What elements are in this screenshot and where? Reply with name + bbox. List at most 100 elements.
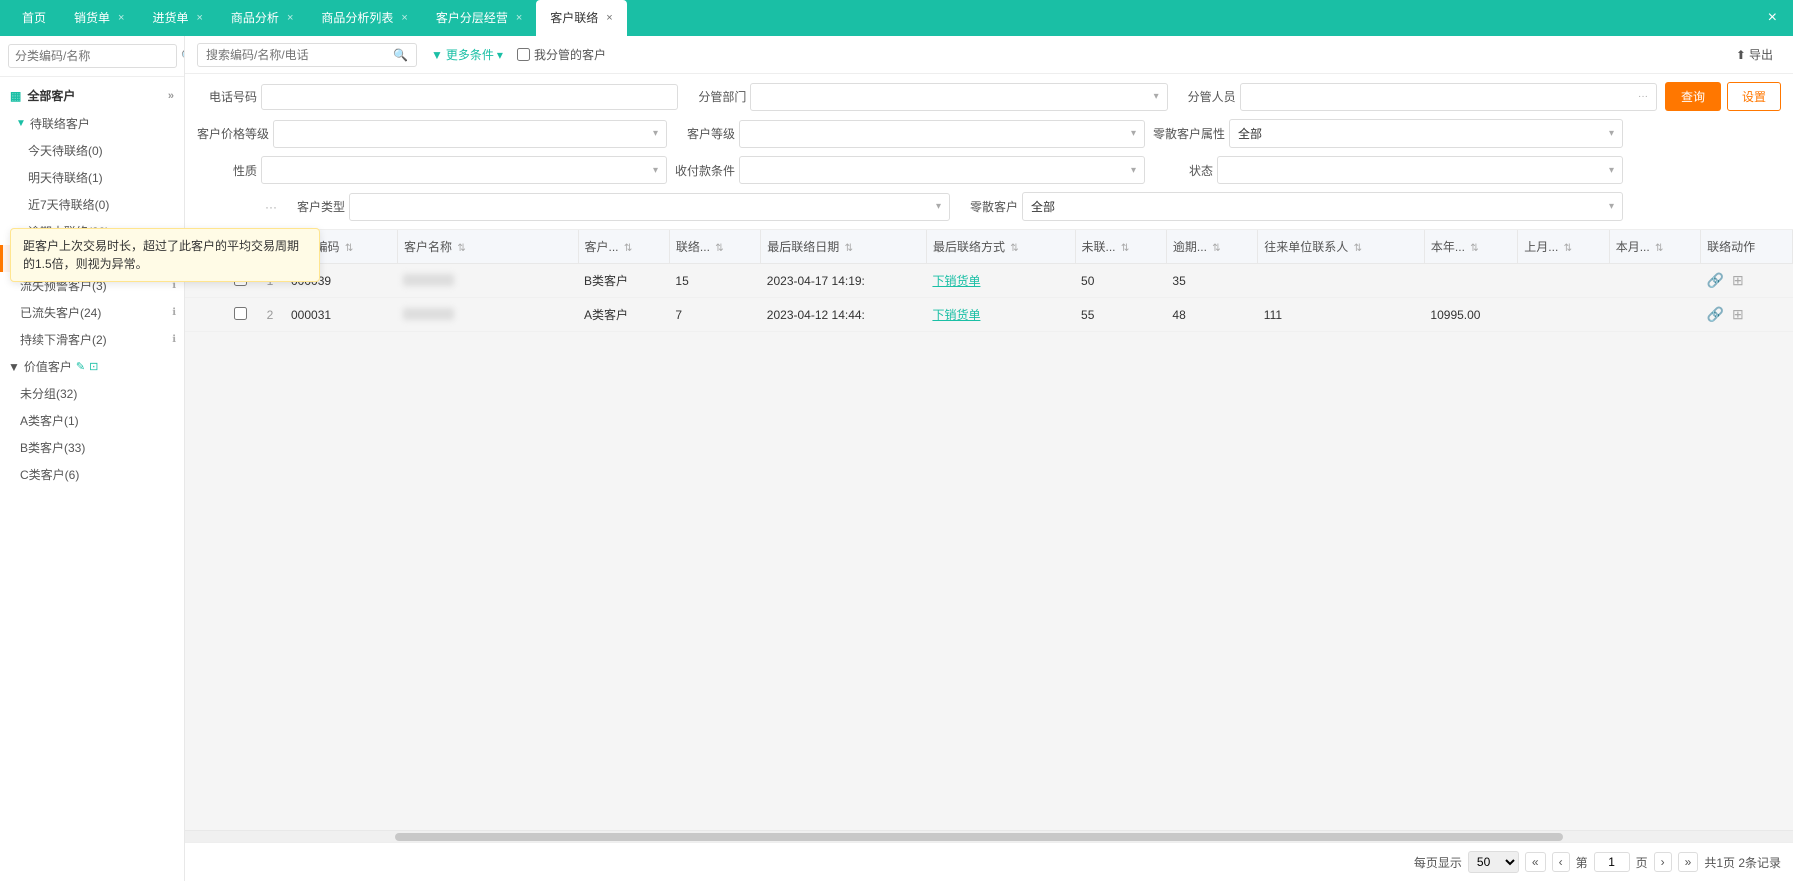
last-method-col-header[interactable]: 最后联络方式 ⇅: [926, 230, 1075, 264]
nav-purchase-close[interactable]: ×: [196, 0, 202, 36]
setting-btn[interactable]: 设置: [1727, 82, 1781, 111]
nav-customer-layers-close[interactable]: ×: [516, 0, 522, 36]
type-sort-icon: ⇅: [624, 243, 632, 254]
dept-select[interactable]: ▾: [750, 83, 1167, 111]
next-page-btn[interactable]: ›: [1654, 852, 1672, 872]
nav-sales-close[interactable]: ×: [118, 0, 124, 36]
row1-grid-icon[interactable]: ⊞: [1732, 272, 1744, 289]
retail-attr-select[interactable]: 全部 ▾: [1229, 119, 1623, 148]
retail-customer-select[interactable]: 全部 ▾: [1022, 192, 1623, 221]
nav-purchase[interactable]: 进货单 ×: [138, 0, 216, 36]
all-customers-label: 全部客户: [27, 87, 75, 104]
a-class-label: A类客户(1): [20, 412, 176, 429]
nav-home-label: 首页: [22, 0, 46, 36]
scrollbar-thumb[interactable]: [395, 833, 1563, 841]
phone-input[interactable]: [261, 84, 678, 110]
query-btn[interactable]: 查询: [1665, 82, 1721, 111]
search-input[interactable]: [206, 48, 389, 62]
sidebar-item-tomorrow[interactable]: 明天待联络(1): [8, 164, 184, 191]
collapse-btn[interactable]: »: [168, 90, 174, 102]
table-scroll-wrapper[interactable]: ⚙ 客户编码 ⇅ 客户名称 ⇅: [185, 230, 1793, 830]
row1-link-icon[interactable]: 🔗: [1707, 272, 1724, 289]
nav-customer-contact[interactable]: 客户联络 ×: [536, 0, 626, 36]
retail-customer-label: 零散客户: [958, 198, 1018, 215]
payment-select[interactable]: ▾: [739, 156, 1145, 184]
nav-product-analysis-list-close[interactable]: ×: [401, 0, 407, 36]
nav-product-analysis[interactable]: 商品分析 ×: [217, 0, 307, 36]
value-customer-group-title[interactable]: ▼ 价值客户 ✎ ⊡: [0, 353, 184, 380]
row2-checkbox[interactable]: [225, 298, 255, 332]
row2-last-month: [1518, 298, 1609, 332]
sidebar-search-input[interactable]: [8, 44, 177, 68]
prev-page-btn[interactable]: ‹: [1552, 852, 1570, 872]
horizontal-scrollbar[interactable]: [185, 830, 1793, 842]
unread-col-header[interactable]: 未联... ⇅: [1075, 230, 1166, 264]
nav-customer-layers[interactable]: 客户分层经营 ×: [422, 0, 536, 36]
edit-icon[interactable]: ✎: [76, 360, 85, 373]
row2-last-method[interactable]: 下销货单: [926, 298, 1075, 332]
row2-grid-icon[interactable]: ⊞: [1732, 306, 1744, 323]
sidebar-item-a-class[interactable]: A类客户(1): [0, 407, 184, 434]
row2-check[interactable]: [234, 307, 247, 320]
sidebar-item-ungrouped[interactable]: 未分组(32): [0, 380, 184, 407]
name-col-header[interactable]: 客户名称 ⇅: [397, 230, 578, 264]
filter-cell-nature: 性质 ▾: [197, 156, 667, 184]
status-select[interactable]: ▾: [1217, 156, 1623, 184]
person-select[interactable]: ···: [1240, 83, 1657, 111]
more-filter-dots[interactable]: ···: [265, 200, 277, 214]
sidebar-item-b-class[interactable]: B类客户(33): [0, 434, 184, 461]
nav-customer-contact-close[interactable]: ×: [606, 0, 612, 36]
7days-label: 近7天待联络(0): [28, 196, 176, 213]
waiting-contact-title[interactable]: ▼ 待联络客户: [8, 110, 184, 137]
row2-link-icon[interactable]: 🔗: [1707, 306, 1724, 323]
last-page-btn[interactable]: »: [1678, 852, 1699, 872]
row2-overdue: 48: [1166, 298, 1257, 332]
row2-method-link[interactable]: 下销货单: [932, 308, 980, 322]
window-close-btn[interactable]: ×: [1760, 9, 1785, 27]
nav-home[interactable]: 首页: [8, 0, 60, 36]
nature-select[interactable]: ▾: [261, 156, 667, 184]
unread-sort-icon: ⇅: [1121, 243, 1129, 254]
filter-actions: 查询 设置: [1665, 82, 1781, 111]
price-grade-select[interactable]: ▾: [273, 120, 667, 148]
row2-name: ██████: [397, 298, 578, 332]
sidebar-item-today[interactable]: 今天待联络(0): [8, 137, 184, 164]
cust-type-select[interactable]: ▾: [349, 193, 950, 221]
value-arrow: ▼: [8, 360, 20, 374]
contacts-col-header[interactable]: 联络... ⇅: [669, 230, 760, 264]
more-conditions-btn[interactable]: ▼ 更多条件 ▾: [425, 42, 509, 67]
row1-unread: 50: [1075, 264, 1166, 298]
search-icon[interactable]: 🔍: [393, 48, 408, 62]
nav-product-analysis-close[interactable]: ×: [287, 0, 293, 36]
more-icon[interactable]: ⊡: [89, 360, 98, 373]
first-page-btn[interactable]: «: [1525, 852, 1546, 872]
sidebar-item-churned[interactable]: 已流失客户(24) ℹ: [0, 299, 184, 326]
row1-method-link[interactable]: 下销货单: [932, 274, 980, 288]
row2-this-year: 10995.00: [1424, 298, 1517, 332]
last-date-col-header[interactable]: 最后联络日期 ⇅: [761, 230, 927, 264]
overdue-col-header[interactable]: 逾期... ⇅: [1166, 230, 1257, 264]
sidebar-item-7days[interactable]: 近7天待联络(0): [8, 191, 184, 218]
export-label: 导出: [1749, 46, 1773, 63]
this-year-col-header[interactable]: 本年... ⇅: [1424, 230, 1517, 264]
my-customer-checkbox[interactable]: [517, 48, 530, 61]
nav-product-analysis-list[interactable]: 商品分析列表 ×: [307, 0, 421, 36]
unit-contact-col-header[interactable]: 往来单位联系人 ⇅: [1258, 230, 1425, 264]
row2-unread: 55: [1075, 298, 1166, 332]
row1-last-method[interactable]: 下销货单: [926, 264, 1075, 298]
advanced-filter: 电话号码 分管部门 ▾ 分管人员 ···: [185, 74, 1793, 230]
sidebar: 🔍 ▦ 全部客户 » ▼ 待联络客户 今天待联络(0) 明天待联络(1): [0, 36, 185, 881]
type-col-header[interactable]: 客户... ⇅: [578, 230, 669, 264]
cust-grade-select[interactable]: ▾: [739, 120, 1145, 148]
sidebar-search-area: 🔍: [0, 36, 184, 77]
this-month-col-header[interactable]: 本月... ⇅: [1609, 230, 1700, 264]
sidebar-item-c-class[interactable]: C类客户(6): [0, 461, 184, 488]
sidebar-item-declining[interactable]: 持续下滑客户(2) ℹ: [0, 326, 184, 353]
nav-sales[interactable]: 销货单 ×: [60, 0, 138, 36]
page-input[interactable]: [1594, 852, 1630, 872]
my-customer-checkbox-label[interactable]: 我分管的客户: [517, 46, 606, 63]
export-btn[interactable]: ⬆ 导出: [1728, 42, 1781, 67]
last-month-col-header[interactable]: 上月... ⇅: [1518, 230, 1609, 264]
per-page-select[interactable]: 50 20 100: [1468, 851, 1519, 873]
all-customers-section[interactable]: ▦ 全部客户 »: [0, 81, 184, 110]
